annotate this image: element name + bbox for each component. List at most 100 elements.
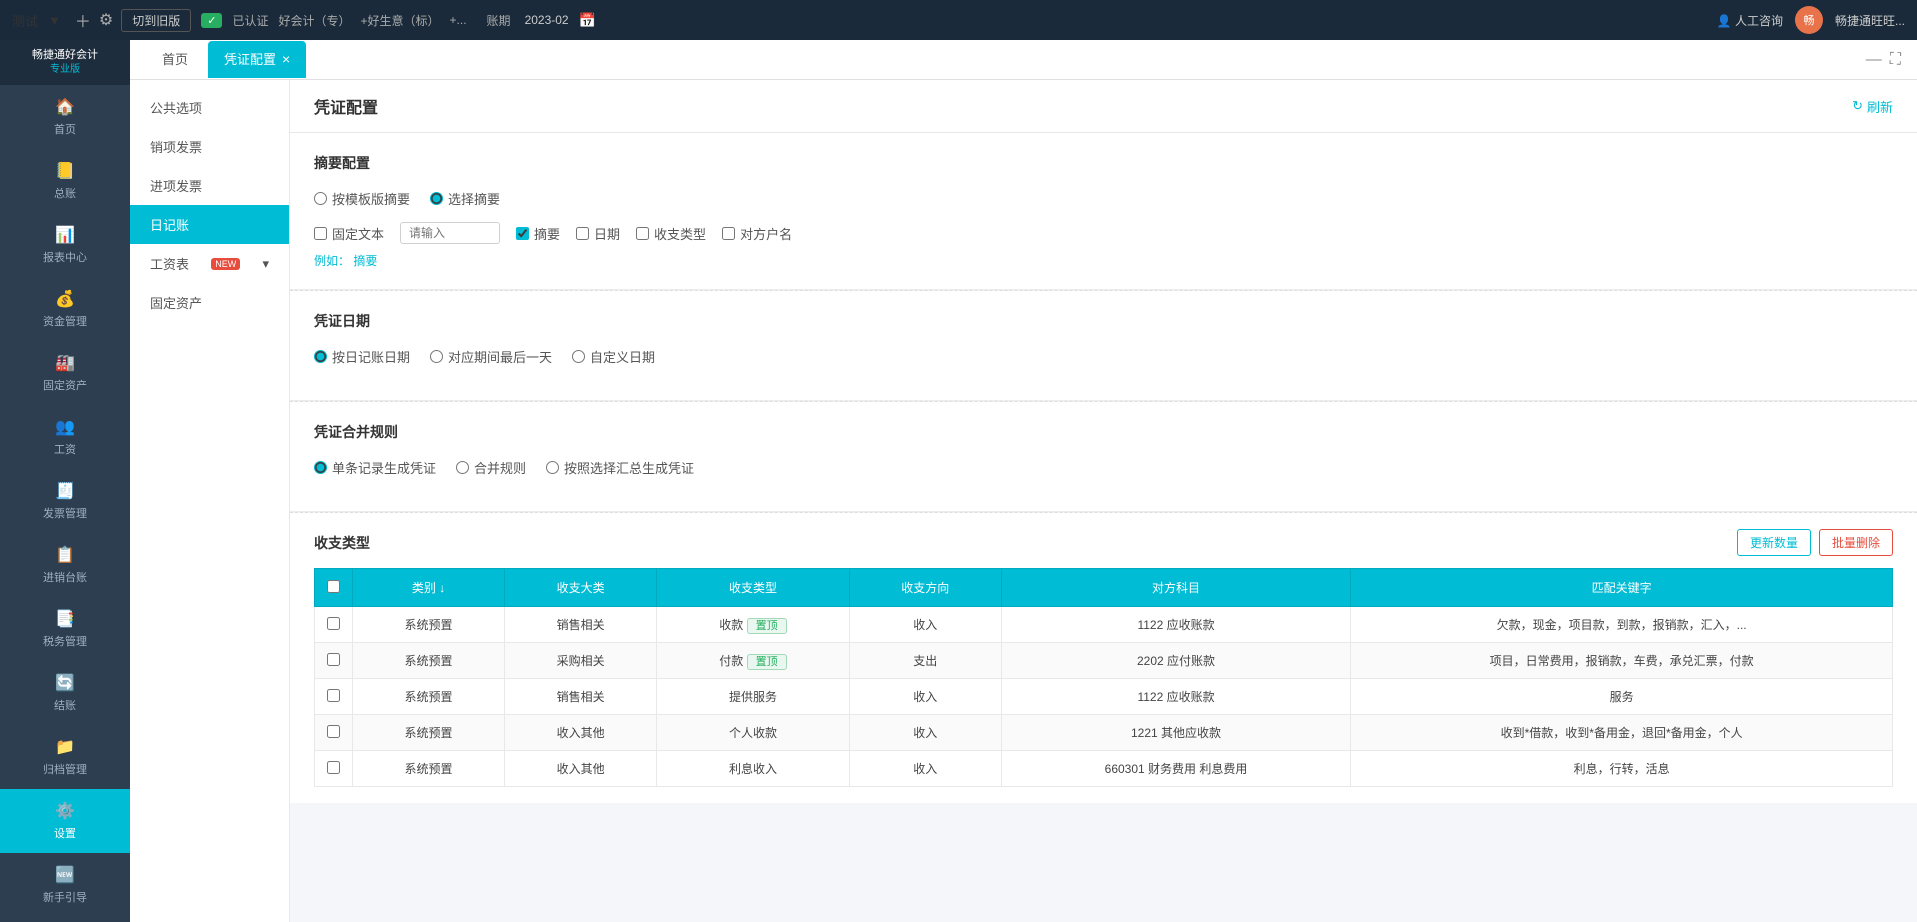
plus-icon[interactable]: ＋ — [75, 8, 91, 32]
chevron-down-icon: ▾ — [262, 256, 269, 272]
sidebar-item-reports[interactable]: 📊 报表中心 — [0, 213, 130, 277]
sidebar-item-funds[interactable]: 💰 资金管理 — [0, 277, 130, 341]
tab-voucher-config[interactable]: 凭证配置 × — [208, 41, 306, 78]
date-radio-journal[interactable]: 按日记账日期 — [314, 347, 410, 366]
gear-icon[interactable]: ⚙ — [99, 10, 113, 30]
td-category-2: 系统预置 — [353, 643, 505, 679]
period-label: 账期 — [487, 12, 511, 29]
counterpart-checkbox[interactable]: 对方户名 — [722, 224, 792, 243]
sidebar-item-archive[interactable]: 📁 归档管理 — [0, 725, 130, 789]
summary-radio-template[interactable]: 按模板版摘要 — [314, 189, 410, 208]
left-nav-item-fixed-asset[interactable]: 固定资产 — [130, 283, 289, 322]
merge-rules-title: 凭证合并规则 — [314, 422, 1893, 442]
fixed-text-input[interactable] — [400, 222, 500, 244]
merge-radio-summary[interactable]: 按照选择汇总生成凭证 — [546, 458, 694, 477]
table-row: 系统预置 采购相关 付款 置顶 支出 2202 应付账款 项目，日常费用，报销款… — [315, 643, 1893, 679]
main-area: 首页 凭证配置 × — ⛶ 公共选项 销项发票 进项发票 — [130, 40, 1917, 922]
home-icon: 🏠 — [55, 97, 75, 117]
newbie-icon: 🆕 — [55, 865, 75, 885]
sidebar-item-invoice-mgmt[interactable]: 🧾 发票管理 — [0, 469, 130, 533]
date-radio-period-last[interactable]: 对应期间最后一天 — [430, 347, 552, 366]
td-checkbox-5[interactable] — [315, 751, 353, 787]
fixed-assets-icon: 🏭 — [55, 353, 75, 373]
sidebar-item-home[interactable]: 🏠 首页 — [0, 85, 130, 149]
refresh-btn[interactable]: ↻ 刷新 — [1852, 97, 1893, 116]
td-subject-1: 1122 应收账款 — [1001, 607, 1350, 643]
sidebar-item-ledger[interactable]: 📒 总账 — [0, 149, 130, 213]
top-bar: 测试 ▼ ＋ ⚙ 切到旧版 ✓ 已认证 好会计（专） +好生意（标） +... … — [0, 0, 1917, 40]
left-nav-item-journal[interactable]: 日记账 — [130, 205, 289, 244]
sidebar-item-tax[interactable]: 📑 税务管理 — [0, 597, 130, 661]
left-nav-item-salary-table[interactable]: 工资表 NEW ▾ — [130, 244, 289, 283]
td-type-3: 提供服务 — [657, 679, 849, 715]
td-direction-4: 收入 — [849, 715, 1001, 751]
maximize-btn[interactable]: ⛶ — [1890, 51, 1901, 69]
update-count-btn[interactable]: 更新数量 — [1737, 529, 1811, 556]
left-nav-item-public[interactable]: 公共选项 — [130, 88, 289, 127]
batch-delete-btn[interactable]: 批量删除 — [1819, 529, 1893, 556]
select-all-checkbox[interactable] — [327, 580, 340, 593]
td-checkbox-1[interactable] — [315, 607, 353, 643]
table-row: 系统预置 销售相关 收款 置顶 收入 1122 应收账款 欠款，现金，项目款，到… — [315, 607, 1893, 643]
type-tag-1[interactable]: 置顶 — [747, 618, 787, 634]
sidebar-item-member[interactable]: ♦ 畅会员 — [0, 917, 130, 922]
username[interactable]: 畅捷通旺旺... — [1835, 12, 1905, 29]
type-checkbox[interactable]: 收支类型 — [636, 224, 706, 243]
income-expense-table: 类别 ↓ 收支大类 收支类型 收支方向 对方科目 匹配关键字 — [314, 568, 1893, 787]
tab-home[interactable]: 首页 — [146, 41, 204, 78]
minimize-btn[interactable]: — — [1866, 51, 1882, 69]
tab-bar: 首页 凭证配置 × — ⛶ — [130, 40, 1917, 80]
funds-icon: 💰 — [55, 289, 75, 309]
fixed-text-checkbox[interactable]: 固定文本 — [314, 224, 384, 243]
td-checkbox-4[interactable] — [315, 715, 353, 751]
td-checkbox-2[interactable] — [315, 643, 353, 679]
top-bar-title: 测试 — [12, 11, 38, 30]
period-value: 2023-02 — [525, 13, 569, 27]
sidebar-item-fixed-assets[interactable]: 🏭 固定资产 — [0, 341, 130, 405]
td-keywords-2: 项目，日常费用，报销款，车费，承兑汇票，付款 — [1351, 643, 1893, 679]
summary-section: 摘要配置 按模板版摘要 选择摘要 — [290, 133, 1917, 290]
td-type-5: 利息收入 — [657, 751, 849, 787]
date-radio-custom[interactable]: 自定义日期 — [572, 347, 655, 366]
table-section-title: 收支类型 — [314, 533, 370, 553]
sidebar-item-settings[interactable]: ⚙️ 设置 — [0, 789, 130, 853]
top-bar-actions: ＋ ⚙ 切到旧版 — [75, 8, 191, 32]
reports-icon: 📊 — [55, 225, 75, 245]
td-subject-3: 1122 应收账款 — [1001, 679, 1350, 715]
td-major-3: 销售相关 — [505, 679, 657, 715]
th-major: 收支大类 — [505, 569, 657, 607]
date-checkbox[interactable]: 日期 — [576, 224, 620, 243]
sidebar-item-purchase-sales[interactable]: 📋 进销台账 — [0, 533, 130, 597]
td-major-4: 收入其他 — [505, 715, 657, 751]
table-row: 系统预置 销售相关 提供服务 收入 1122 应收账款 服务 — [315, 679, 1893, 715]
switch-to-old-btn[interactable]: 切到旧版 — [121, 9, 191, 32]
user-avatar[interactable]: 畅 — [1795, 6, 1823, 34]
type-tag-2[interactable]: 置顶 — [747, 654, 787, 670]
left-nav-item-purchase-invoice[interactable]: 进项发票 — [130, 166, 289, 205]
merge-radio-single[interactable]: 单条记录生成凭证 — [314, 458, 436, 477]
td-checkbox-3[interactable] — [315, 679, 353, 715]
customer-service-btn[interactable]: 👤 人工咨询 — [1717, 12, 1783, 29]
calendar-icon[interactable]: 📅 — [579, 12, 596, 29]
td-direction-5: 收入 — [849, 751, 1001, 787]
td-major-5: 收入其他 — [505, 751, 657, 787]
content: 公共选项 销项发票 进项发票 日记账 工资表 NEW ▾ 固定资产 — [130, 80, 1917, 922]
sidebar-item-newbie[interactable]: 🆕 新手引导 — [0, 853, 130, 917]
summary-radio-select[interactable]: 选择摘要 — [430, 189, 500, 208]
sidebar-item-salary[interactable]: 👥 工资 — [0, 405, 130, 469]
td-type-1: 收款 置顶 — [657, 607, 849, 643]
merge-radio-merge[interactable]: 合并规则 — [456, 458, 526, 477]
th-checkbox[interactable] — [315, 569, 353, 607]
refresh-icon: ↻ — [1852, 98, 1863, 114]
badge-haoshengyi: +好生意（标） — [361, 12, 440, 29]
merge-rules-section: 凭证合并规则 单条记录生成凭证 合并规则 按照选择汇总生成凭证 — [290, 402, 1917, 512]
badge-certified: ✓ — [201, 13, 222, 28]
tab-close-btn[interactable]: × — [282, 51, 290, 67]
left-nav-item-sales-invoice[interactable]: 销项发票 — [130, 127, 289, 166]
page-title: 凭证配置 — [314, 94, 378, 118]
td-keywords-5: 利息，行转，活息 — [1351, 751, 1893, 787]
summary-checkbox-row: 固定文本 摘要 日期 收支类型 — [314, 222, 1893, 244]
sidebar-item-settlement[interactable]: 🔄 结账 — [0, 661, 130, 725]
income-expense-section: 收支类型 更新数量 批量删除 — [290, 513, 1917, 803]
abstract-checkbox[interactable]: 摘要 — [516, 224, 560, 243]
